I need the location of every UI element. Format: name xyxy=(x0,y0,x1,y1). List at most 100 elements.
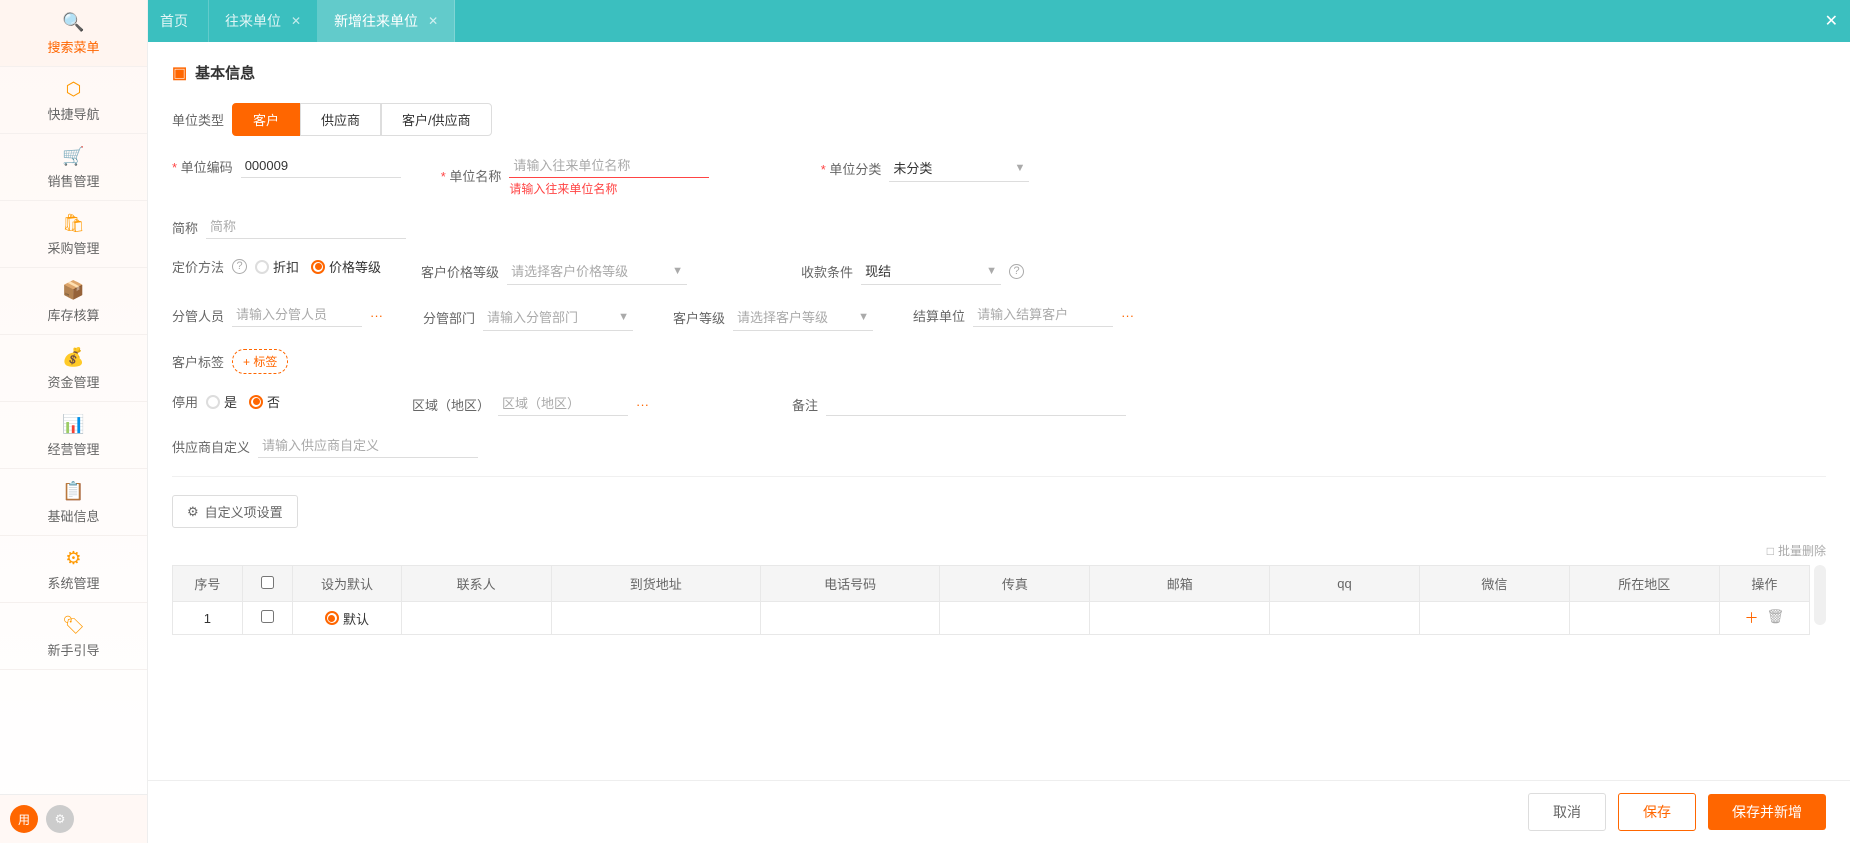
contact-input[interactable] xyxy=(436,611,516,626)
delete-row-btn[interactable]: 🗑 xyxy=(1767,608,1785,628)
unit-category-value: 未分类 xyxy=(893,158,1010,177)
region-more-btn[interactable]: ··· xyxy=(636,397,649,412)
contacts-table: 序号 设为默认 联系人 到货地址 电话号码 传真 邮箱 qq 微信 所在地区 操… xyxy=(172,565,1810,635)
form-area: ▣ 基本信息 单位类型 客户 供应商 客户/供应商 单位编码 单位名称 xyxy=(148,42,1850,780)
disabled-yes-radio[interactable]: 是 xyxy=(206,392,237,411)
wechat-input[interactable] xyxy=(1454,611,1534,626)
payment-help-icon[interactable]: ? xyxy=(1009,264,1024,279)
section-title-text: 基本信息 xyxy=(195,62,255,83)
cell-address[interactable] xyxy=(551,602,760,635)
unit-type-both-btn[interactable]: 客户/供应商 xyxy=(381,103,492,136)
cell-fax[interactable] xyxy=(940,602,1090,635)
tag-label: 客户标签 xyxy=(172,352,224,371)
sidebar-item-finance[interactable]: 💰 资金管理 xyxy=(0,335,147,402)
sidebar-item-purchase[interactable]: 🛍 采购管理 xyxy=(0,201,147,268)
sidebar-item-system[interactable]: ⚙ 系统管理 xyxy=(0,536,147,603)
region-input[interactable] xyxy=(498,392,628,416)
remark-input[interactable] xyxy=(826,392,1126,416)
cell-wechat[interactable] xyxy=(1419,602,1569,635)
level-dropdown-icon: ▼ xyxy=(858,311,869,323)
abbreviation-input[interactable] xyxy=(206,215,406,239)
pricing-discount-radio[interactable]: 折扣 xyxy=(255,257,299,276)
col-region: 所在地区 xyxy=(1569,566,1719,602)
customer-level-select[interactable]: 请选择客户等级 ▼ xyxy=(733,303,873,331)
manager-more-btn[interactable]: ··· xyxy=(370,308,383,323)
cell-region[interactable] xyxy=(1569,602,1719,635)
nav-icon: ⬡ xyxy=(66,79,82,100)
department-select[interactable]: 请输入分管部门 ▼ xyxy=(483,303,633,331)
sidebar-item-search[interactable]: 🔍 搜索菜单 xyxy=(0,0,147,67)
save-button[interactable]: 保存 xyxy=(1618,793,1696,831)
tab-partner-list[interactable]: 往来单位 ✕ xyxy=(209,0,318,42)
unit-code-input[interactable] xyxy=(241,154,401,178)
phone-input[interactable] xyxy=(800,611,900,626)
tab-partner-label: 往来单位 xyxy=(225,11,281,31)
address-input[interactable] xyxy=(596,611,716,626)
settings-bottom-icon[interactable]: ⚙ xyxy=(46,805,74,833)
cell-action: ＋ 🗑 xyxy=(1719,602,1809,635)
region-table-input[interactable] xyxy=(1604,611,1684,626)
supplier-custom-input[interactable] xyxy=(258,434,478,458)
unit-type-supplier-btn[interactable]: 供应商 xyxy=(300,103,381,136)
col-email: 邮箱 xyxy=(1090,566,1270,602)
cell-contact[interactable] xyxy=(401,602,551,635)
default-radio[interactable]: 默认 xyxy=(303,609,390,628)
dept-dropdown-icon: ▼ xyxy=(618,311,629,323)
sidebar-item-guide[interactable]: 🏷 新手引导 xyxy=(0,603,147,670)
payment-terms-select[interactable]: 现结 ▼ xyxy=(861,257,1001,285)
ops-icon: 📊 xyxy=(62,414,84,435)
no-radio-circle xyxy=(249,395,263,409)
unit-name-input[interactable] xyxy=(509,154,709,178)
unit-name-label: 单位名称 xyxy=(441,166,502,185)
section-icon: ▣ xyxy=(172,63,187,83)
manager-input[interactable] xyxy=(232,303,362,327)
disabled-row: 停用 是 否 区域（地区） ··· 备注 xyxy=(172,392,1826,416)
sidebar-item-operations[interactable]: 📊 经营管理 xyxy=(0,402,147,469)
tab-add-partner[interactable]: 新增往来单位 ✕ xyxy=(318,0,455,42)
disabled-no-radio[interactable]: 否 xyxy=(249,392,280,411)
add-row-btn[interactable]: ＋ xyxy=(1745,608,1759,628)
cell-phone[interactable] xyxy=(760,602,940,635)
unit-category-select[interactable]: 未分类 ▼ xyxy=(889,154,1029,182)
select-all-checkbox[interactable] xyxy=(261,576,274,589)
batch-delete-label: 批量删除 xyxy=(1778,542,1826,559)
tab-add-partner-close-icon[interactable]: ✕ xyxy=(428,14,438,28)
custom-settings-btn[interactable]: ⚙ 自定义项设置 xyxy=(172,495,298,528)
unit-type-group: 客户 供应商 客户/供应商 xyxy=(232,103,492,136)
disabled-field: 停用 是 否 xyxy=(172,392,372,411)
tab-partner-close-icon[interactable]: ✕ xyxy=(291,14,301,28)
user-avatar[interactable]: 用 xyxy=(10,805,38,833)
discount-label: 折扣 xyxy=(273,257,299,276)
pricing-level-radio[interactable]: 价格等级 xyxy=(311,257,381,276)
sidebar-item-base-info[interactable]: 📋 基础信息 xyxy=(0,469,147,536)
cell-qq[interactable] xyxy=(1270,602,1420,635)
customer-price-level-select[interactable]: 请选择客户价格等级 ▼ xyxy=(507,257,687,285)
cancel-button[interactable]: 取消 xyxy=(1528,793,1606,831)
department-placeholder: 请输入分管部门 xyxy=(487,307,614,326)
department-field: 分管部门 请输入分管部门 ▼ xyxy=(423,303,633,331)
settlement-more-btn[interactable]: ··· xyxy=(1121,308,1134,323)
email-input[interactable] xyxy=(1130,611,1230,626)
save-and-new-button[interactable]: 保存并新增 xyxy=(1708,794,1826,830)
table-scrollbar[interactable] xyxy=(1814,565,1826,625)
tag-row: 客户标签 + 标签 xyxy=(172,349,1826,374)
batch-delete-area[interactable]: □ 批量删除 xyxy=(172,542,1826,559)
sidebar-item-label: 基础信息 xyxy=(47,506,99,525)
unit-type-customer-btn[interactable]: 客户 xyxy=(232,103,300,136)
add-tag-btn[interactable]: + 标签 xyxy=(232,349,288,374)
tab-home[interactable]: 首页 xyxy=(160,0,209,42)
fax-input[interactable] xyxy=(975,611,1055,626)
cell-email[interactable] xyxy=(1090,602,1270,635)
pricing-help-icon[interactable]: ? xyxy=(232,259,247,274)
sidebar-item-quick-nav[interactable]: ⬡ 快捷导航 xyxy=(0,67,147,134)
window-close-icon[interactable]: ✕ xyxy=(1825,11,1838,31)
region-label: 区域（地区） xyxy=(412,395,490,414)
sidebar-item-inventory[interactable]: 📦 库存核算 xyxy=(0,268,147,335)
qq-input[interactable] xyxy=(1304,611,1384,626)
settlement-unit-input[interactable] xyxy=(973,303,1113,327)
unit-code-label: 单位编码 xyxy=(172,157,233,176)
sidebar-item-sales[interactable]: 🛒 销售管理 xyxy=(0,134,147,201)
row-checkbox[interactable] xyxy=(261,610,274,623)
section-title: ▣ 基本信息 xyxy=(172,62,1826,83)
unit-type-label: 单位类型 xyxy=(172,110,224,129)
